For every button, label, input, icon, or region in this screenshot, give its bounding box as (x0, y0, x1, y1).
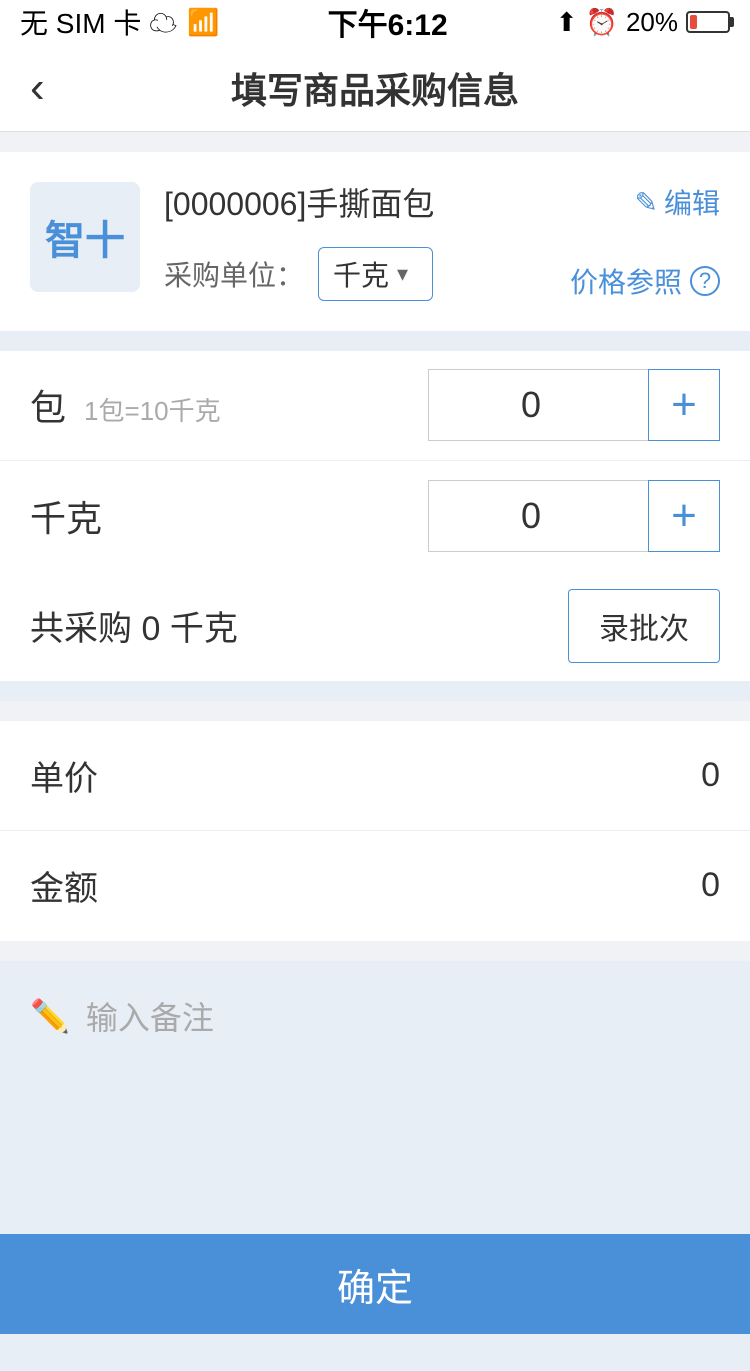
product-logo: 智十 (45, 208, 125, 266)
status-bar: 无 SIM 卡 ☁ 📶 下午6:12 ⬆ ⏰ 20% (0, 0, 750, 44)
price-ref-label: 价格参照 (570, 261, 682, 301)
status-left: 无 SIM 卡 ☁ 📶 (20, 2, 220, 42)
unit-value: 千克 (333, 254, 389, 294)
package-label: 包 1包=10千克 (30, 379, 428, 431)
kg-input[interactable] (428, 480, 648, 552)
page-title: 填写商品采购信息 (231, 62, 519, 114)
summary-amount-value: 0 (141, 610, 160, 648)
battery-fill (690, 15, 697, 29)
sim-label: 无 SIM 卡 ☁ (20, 2, 177, 42)
unit-select[interactable]: 千克 ▾ (318, 247, 433, 301)
record-batch-button[interactable]: 录批次 (568, 589, 720, 663)
price-ref-button[interactable]: 价格参照 ? (570, 261, 720, 301)
wifi-icon: 📶 (187, 7, 219, 38)
note-section[interactable]: ✏️ 输入备注 (0, 961, 750, 1071)
summary-prefix: 共采购 (30, 610, 132, 648)
chevron-down-icon: ▾ (397, 261, 408, 287)
unit-label: 采购单位： (164, 254, 304, 294)
unit-price-label: 单价 (30, 751, 98, 800)
section-divider-2 (0, 681, 750, 701)
unit-price-value: 0 (701, 756, 720, 795)
nav-bar: ‹ 填写商品采购信息 (0, 44, 750, 132)
note-placeholder: 输入备注 (86, 993, 214, 1039)
location-icon: ⬆ (556, 7, 578, 38)
package-input-row: 包 1包=10千克 + (0, 351, 750, 461)
pricing-section: 单价 0 金额 0 (0, 721, 750, 941)
package-input-control: + (428, 369, 720, 441)
edit-icon: ✎ (635, 186, 658, 219)
product-card: 智十 [0000006]手撕面包 采购单位： 千克 ▾ ✎ 编辑 价格参照 ? (0, 152, 750, 331)
battery-percent: 20% (626, 7, 678, 38)
confirm-button[interactable]: 确定 (0, 1234, 750, 1334)
input-section: 包 1包=10千克 + 千克 + (0, 351, 750, 571)
product-image: 智十 (30, 182, 140, 292)
edit-label: 编辑 (664, 182, 720, 222)
amount-value: 0 (701, 866, 720, 905)
amount-row: 金额 0 (0, 831, 750, 941)
kg-plus-button[interactable]: + (648, 480, 720, 552)
summary-text: 共采购 0 千克 (30, 601, 238, 650)
amount-label: 金额 (30, 861, 98, 910)
unit-price-row: 单价 0 (0, 721, 750, 831)
package-input[interactable] (428, 369, 648, 441)
package-sublabel: 1包=10千克 (84, 396, 221, 426)
status-time: 下午6:12 (328, 0, 448, 44)
kg-input-row: 千克 + (0, 461, 750, 571)
back-button[interactable]: ‹ (30, 66, 45, 110)
alarm-icon: ⏰ (586, 7, 618, 38)
pencil-icon: ✏️ (30, 997, 70, 1035)
status-right: ⬆ ⏰ 20% (556, 7, 730, 38)
edit-button[interactable]: ✎ 编辑 (635, 182, 720, 222)
kg-label: 千克 (30, 490, 428, 542)
section-divider-1 (0, 331, 750, 351)
battery-icon (686, 11, 730, 33)
info-icon: ? (690, 266, 720, 296)
package-plus-button[interactable]: + (648, 369, 720, 441)
summary-row: 共采购 0 千克 录批次 (0, 571, 750, 681)
summary-unit-label: 千克 (170, 610, 238, 648)
kg-input-control: + (428, 480, 720, 552)
